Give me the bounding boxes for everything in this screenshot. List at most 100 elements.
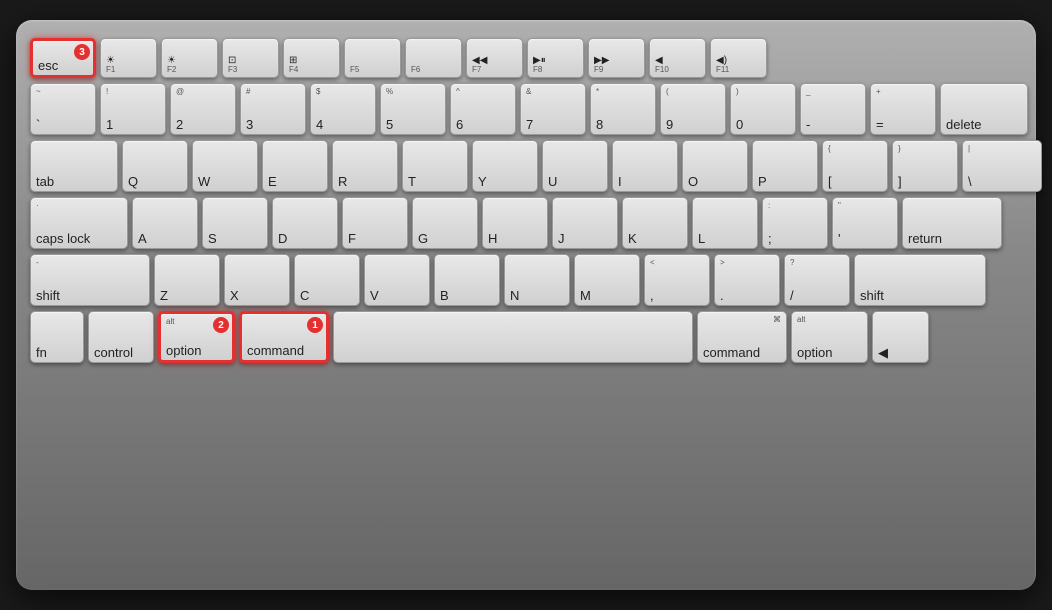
- l-label: L: [698, 232, 705, 245]
- backslash-main: \: [968, 175, 972, 188]
- f6-key[interactable]: F6: [405, 38, 462, 78]
- x-label: X: [230, 289, 239, 302]
- s-label: S: [208, 232, 217, 245]
- fn-row: 3 esc ☀ F1 ☀ F2 ⊡ F3 ⊞ F4 F5 F6 ◀◀ F7: [30, 38, 1022, 78]
- option-right-key[interactable]: alt option: [791, 311, 868, 363]
- 7-top: &: [526, 87, 531, 96]
- rbracket-key[interactable]: } ]: [892, 140, 958, 192]
- 4-key[interactable]: $ 4: [310, 83, 376, 135]
- slash-top: ?: [790, 258, 794, 267]
- g-key[interactable]: G: [412, 197, 478, 249]
- 1-key[interactable]: ! 1: [100, 83, 166, 135]
- v-key[interactable]: V: [364, 254, 430, 306]
- shift-left-key[interactable]: - shift: [30, 254, 150, 306]
- shift-left-label: shift: [36, 289, 60, 302]
- r-key[interactable]: R: [332, 140, 398, 192]
- arrow-left-key[interactable]: ◀: [872, 311, 929, 363]
- h-label: H: [488, 232, 497, 245]
- j-label: J: [558, 232, 565, 245]
- 9-main: 9: [666, 118, 673, 131]
- slash-main: /: [790, 289, 794, 302]
- j-key[interactable]: J: [552, 197, 618, 249]
- semicolon-key[interactable]: : ;: [762, 197, 828, 249]
- spacebar-key[interactable]: [333, 311, 693, 363]
- a-label: A: [138, 232, 147, 245]
- fn-key[interactable]: fn: [30, 311, 84, 363]
- command-right-label: command: [703, 346, 760, 359]
- 2-key[interactable]: @ 2: [170, 83, 236, 135]
- f5-label: F5: [350, 66, 359, 74]
- lbracket-key[interactable]: { [: [822, 140, 888, 192]
- 3-key[interactable]: # 3: [240, 83, 306, 135]
- comma-top: <: [650, 258, 655, 267]
- u-key[interactable]: U: [542, 140, 608, 192]
- f2-key[interactable]: ☀ F2: [161, 38, 218, 78]
- t-key[interactable]: T: [402, 140, 468, 192]
- b-key[interactable]: B: [434, 254, 500, 306]
- option-left-key[interactable]: 2 alt option: [158, 311, 235, 363]
- k-label: K: [628, 232, 637, 245]
- n-key[interactable]: N: [504, 254, 570, 306]
- 4-top: $: [316, 87, 320, 96]
- tab-key[interactable]: tab: [30, 140, 118, 192]
- d-key[interactable]: D: [272, 197, 338, 249]
- c-key[interactable]: C: [294, 254, 360, 306]
- f10-key[interactable]: ◀ F10: [649, 38, 706, 78]
- command-left-key[interactable]: 1 ⌘ command: [239, 311, 329, 363]
- f9-key[interactable]: ▶▶ F9: [588, 38, 645, 78]
- 0-top: ): [736, 87, 739, 96]
- command-right-key[interactable]: ⌘ command: [697, 311, 787, 363]
- control-key[interactable]: control: [88, 311, 154, 363]
- q-key[interactable]: Q: [122, 140, 188, 192]
- w-key[interactable]: W: [192, 140, 258, 192]
- comma-key[interactable]: < ,: [644, 254, 710, 306]
- f11-key[interactable]: ◀) F11: [710, 38, 767, 78]
- f4-key[interactable]: ⊞ F4: [283, 38, 340, 78]
- period-key[interactable]: > .: [714, 254, 780, 306]
- a-key[interactable]: A: [132, 197, 198, 249]
- m-key[interactable]: M: [574, 254, 640, 306]
- z-key[interactable]: Z: [154, 254, 220, 306]
- p-key[interactable]: P: [752, 140, 818, 192]
- i-key[interactable]: I: [612, 140, 678, 192]
- backslash-key[interactable]: | \: [962, 140, 1042, 192]
- tilde-main: `: [36, 118, 40, 131]
- 8-key[interactable]: * 8: [590, 83, 656, 135]
- slash-key[interactable]: ? /: [784, 254, 850, 306]
- f5-key[interactable]: F5: [344, 38, 401, 78]
- x-key[interactable]: X: [224, 254, 290, 306]
- capslock-key[interactable]: · caps lock: [30, 197, 128, 249]
- esc-key[interactable]: 3 esc: [30, 38, 96, 78]
- equals-key[interactable]: + =: [870, 83, 936, 135]
- k-key[interactable]: K: [622, 197, 688, 249]
- l-key[interactable]: L: [692, 197, 758, 249]
- 6-key[interactable]: ^ 6: [450, 83, 516, 135]
- 2-main: 2: [176, 118, 183, 131]
- f-key[interactable]: F: [342, 197, 408, 249]
- return-key[interactable]: return: [902, 197, 1002, 249]
- 7-key[interactable]: & 7: [520, 83, 586, 135]
- 1-main: 1: [106, 118, 113, 131]
- y-key[interactable]: Y: [472, 140, 538, 192]
- 9-key[interactable]: ( 9: [660, 83, 726, 135]
- f7-key[interactable]: ◀◀ F7: [466, 38, 523, 78]
- quote-key[interactable]: " ': [832, 197, 898, 249]
- f1-key[interactable]: ☀ F1: [100, 38, 157, 78]
- 0-key[interactable]: ) 0: [730, 83, 796, 135]
- 5-key[interactable]: % 5: [380, 83, 446, 135]
- minus-key[interactable]: _ -: [800, 83, 866, 135]
- 9-top: (: [666, 87, 669, 96]
- delete-key[interactable]: delete: [940, 83, 1028, 135]
- f10-label: F10: [655, 66, 669, 74]
- s-key[interactable]: S: [202, 197, 268, 249]
- e-key[interactable]: E: [262, 140, 328, 192]
- fn-label: fn: [36, 346, 47, 359]
- f3-key[interactable]: ⊡ F3: [222, 38, 279, 78]
- tilde-key[interactable]: ~ `: [30, 83, 96, 135]
- asdf-row: · caps lock A S D F G H J K L :: [30, 197, 1022, 249]
- f8-key[interactable]: ▶⏸ F8: [527, 38, 584, 78]
- f9-label: F9: [594, 66, 603, 74]
- h-key[interactable]: H: [482, 197, 548, 249]
- shift-right-key[interactable]: shift: [854, 254, 986, 306]
- o-key[interactable]: O: [682, 140, 748, 192]
